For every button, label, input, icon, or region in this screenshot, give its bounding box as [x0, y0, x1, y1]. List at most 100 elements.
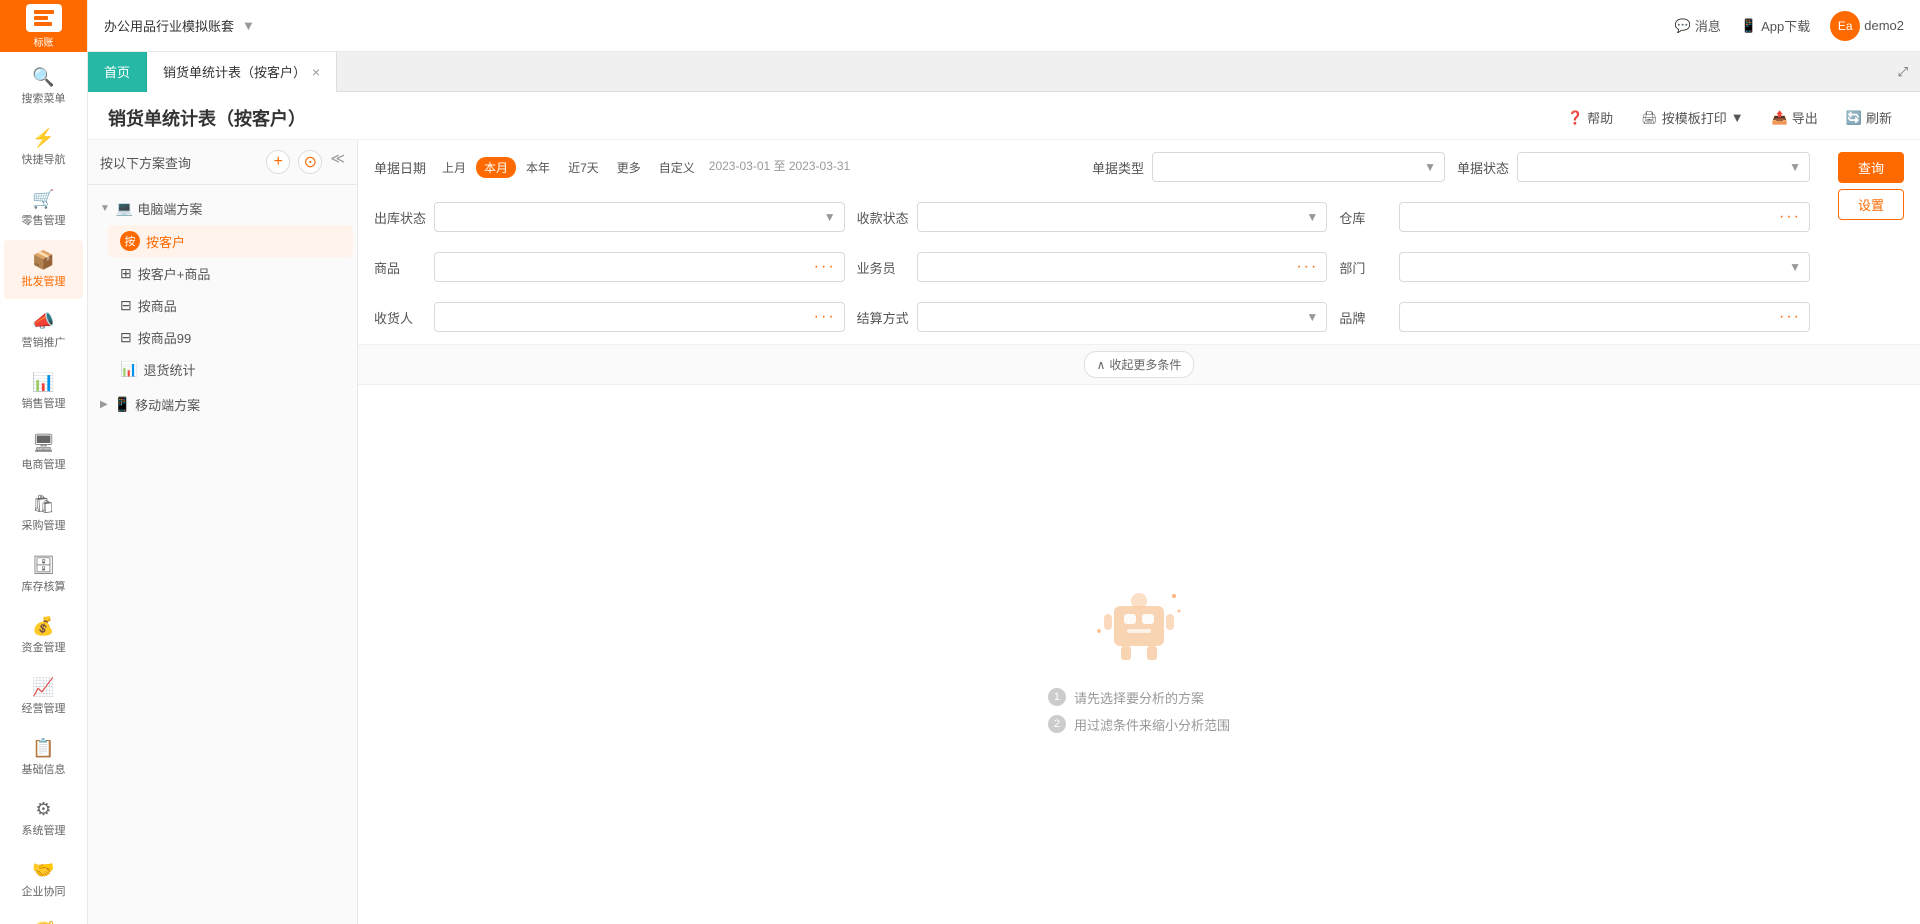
expand-arrow-icon: ▼	[100, 203, 110, 214]
marketing-icon: 📣	[32, 311, 54, 332]
sidebar-item-ecommerce[interactable]: 🖥 电商管理	[4, 423, 83, 482]
refresh-icon: 🔄	[1846, 110, 1862, 126]
date-tabs: 上月 本月 本年 近7天 更多 自定义 2023-03-01 至 2023-03…	[434, 157, 850, 178]
scheme-group-pc-header[interactable]: ▼ 💻 电脑端方案	[88, 193, 357, 224]
scheme-item-customer-goods[interactable]: ⊞ 按客户+商品	[108, 258, 353, 289]
refresh-label: 刷新	[1866, 108, 1892, 127]
user-action[interactable]: Ea demo2	[1830, 11, 1904, 41]
tab-home[interactable]: 首页	[88, 52, 147, 92]
warehouse-control[interactable]: ···	[1399, 202, 1810, 232]
settings-scheme-button[interactable]: ⊙	[298, 150, 322, 174]
right-panel: 单据日期 上月 本月 本年 近7天 更多 自定义 2023-03-01 至 20…	[358, 140, 1920, 924]
refresh-button[interactable]: 🔄 刷新	[1838, 104, 1900, 131]
query-button[interactable]: 查询	[1838, 152, 1904, 183]
doc-status-control[interactable]: ▼	[1517, 152, 1810, 182]
dropdown-icon[interactable]: ▼	[242, 18, 255, 33]
scheme-item-goods99[interactable]: ⊟ 按商品99	[108, 322, 353, 353]
add-scheme-button[interactable]: +	[266, 150, 290, 174]
receipt-status-label: 收款状态	[857, 208, 909, 227]
collapse-button[interactable]: ∧ 收起更多条件	[1084, 351, 1195, 378]
filter-goods: 商品 ···	[374, 252, 845, 282]
logo-text: 标账	[34, 34, 54, 49]
department-arrow-icon: ▼	[1789, 260, 1801, 274]
sidebar-item-operation[interactable]: 📈 经营管理	[4, 667, 83, 726]
date-tab-7days[interactable]: 近7天	[560, 157, 607, 178]
scheme-item-goods[interactable]: ⊟ 按商品	[108, 290, 353, 321]
empty-state: 1 请先选择要分析的方案 2 用过滤条件来缩小分析范围	[358, 385, 1920, 924]
enterprise-icon: 🤝	[32, 860, 54, 881]
scheme-item-goods99-label: 按商品99	[138, 328, 191, 347]
scheme-group-mobile-header[interactable]: ▶ 📱 移动端方案	[88, 389, 357, 420]
filter-doc-type: 单据类型 ▼	[1092, 152, 1445, 182]
app-download-action[interactable]: 📱 App下载	[1741, 16, 1810, 35]
warehouse-dots-icon: ···	[1779, 208, 1801, 226]
salesperson-label: 业务员	[857, 258, 909, 277]
goods-icon: ⊟	[120, 297, 132, 314]
help-button[interactable]: ❓ 帮助	[1559, 104, 1621, 131]
pc-icon: 💻	[116, 200, 133, 217]
goods-control[interactable]: ···	[434, 252, 845, 282]
date-tab-this-year[interactable]: 本年	[518, 157, 558, 178]
receiver-control[interactable]: ···	[434, 302, 845, 332]
message-action[interactable]: 💬 消息	[1675, 16, 1721, 35]
sidebar-item-guide[interactable]: 🧭 新手引导	[4, 911, 83, 924]
sidebar-item-label: 资金管理	[22, 639, 66, 655]
filter-warehouse: 仓库 ···	[1339, 202, 1810, 232]
hint-text-2: 用过滤条件来缩小分析范围	[1074, 715, 1230, 734]
tab-maximize[interactable]: ⤢	[1886, 64, 1920, 80]
date-tab-last-month[interactable]: 上月	[434, 157, 474, 178]
sidebar-item-enterprise[interactable]: 🤝 企业协同	[4, 850, 83, 909]
date-tab-this-month[interactable]: 本月	[476, 157, 516, 178]
department-control[interactable]: ▼	[1399, 252, 1810, 282]
settlement-control[interactable]: ▼	[917, 302, 1328, 332]
page-title: 销货单统计表（按客户）	[108, 105, 306, 131]
out-status-control[interactable]: ▼	[434, 202, 845, 232]
tab-close-icon[interactable]: ×	[312, 64, 320, 80]
logo[interactable]: 标账	[0, 0, 87, 52]
sidebar-item-marketing[interactable]: 📣 营销推广	[4, 301, 83, 360]
tab-active[interactable]: 销货单统计表（按客户） ×	[147, 52, 337, 92]
sidebar-nav: 🔍 搜索菜单 ⚡ 快捷导航 🛒 零售管理 📦 批发管理 📣 营销推广 📊 销售管…	[0, 52, 87, 924]
goods99-icon: ⊟	[120, 329, 132, 346]
sidebar-item-basic[interactable]: 📋 基础信息	[4, 728, 83, 787]
doc-type-control[interactable]: ▼	[1152, 152, 1445, 182]
customer-goods-icon: ⊞	[120, 265, 132, 282]
export-button[interactable]: 📤 导出	[1764, 104, 1826, 131]
brand-control[interactable]: ···	[1399, 302, 1810, 332]
header-title: 办公用品行业模拟账套	[104, 16, 234, 35]
settings-button[interactable]: 设置	[1838, 189, 1904, 220]
help-icon: ❓	[1567, 110, 1583, 126]
collapse-row[interactable]: ∧ 收起更多条件	[358, 345, 1920, 385]
sidebar-item-finance[interactable]: 💰 资金管理	[4, 606, 83, 665]
collapse-panel-button[interactable]: ≪	[330, 150, 345, 174]
doc-status-arrow-icon: ▼	[1789, 160, 1801, 174]
sidebar-item-wholesale[interactable]: 📦 批发管理	[4, 240, 83, 299]
print-template-button[interactable]: 🖨 按模板打印 ▼	[1633, 104, 1751, 131]
sidebar-item-quick-nav[interactable]: ⚡ 快捷导航	[4, 118, 83, 177]
receiver-dots-icon: ···	[814, 308, 836, 326]
app-download-label: App下载	[1761, 16, 1810, 35]
sidebar-item-purchase[interactable]: 🛍 采购管理	[4, 484, 83, 543]
sidebar-item-retail[interactable]: 🛒 零售管理	[4, 179, 83, 238]
help-label: 帮助	[1587, 108, 1613, 127]
sidebar-item-label: 批发管理	[22, 273, 66, 289]
maximize-icon: ⤢	[1898, 64, 1908, 79]
sidebar-item-system[interactable]: ⚙ 系统管理	[4, 789, 83, 848]
filter-row-4: 收货人 ··· 结算方式	[374, 302, 1810, 332]
sidebar-item-inventory[interactable]: 🗄 库存核算	[4, 545, 83, 604]
filter-row-3: 商品 ··· 业务员	[374, 252, 1810, 282]
warehouse-label: 仓库	[1339, 208, 1391, 227]
scheme-item-return-stats[interactable]: 📊 退货统计	[108, 354, 353, 385]
sidebar-item-search[interactable]: 🔍 搜索菜单	[4, 57, 83, 116]
filter-out-status: 出库状态 ▼	[374, 202, 845, 232]
date-tab-custom[interactable]: 自定义	[651, 157, 703, 178]
page-actions: ❓ 帮助 🖨 按模板打印 ▼ 📤 导出 🔄 刷新	[1559, 104, 1900, 131]
date-tab-more[interactable]: 更多	[609, 157, 649, 178]
scheme-item-customer[interactable]: 按 按客户	[108, 225, 353, 257]
filter-receipt-status: 收款状态 ▼	[857, 202, 1328, 232]
scheme-group-mobile: ▶ 📱 移动端方案	[88, 389, 357, 420]
receipt-status-control[interactable]: ▼	[917, 202, 1328, 232]
sidebar: 标账 🔍 搜索菜单 ⚡ 快捷导航 🛒 零售管理 📦 批发管理 📣 营销推广 📊 …	[0, 0, 88, 924]
sidebar-item-sales[interactable]: 📊 销售管理	[4, 362, 83, 421]
salesperson-control[interactable]: ···	[917, 252, 1328, 282]
